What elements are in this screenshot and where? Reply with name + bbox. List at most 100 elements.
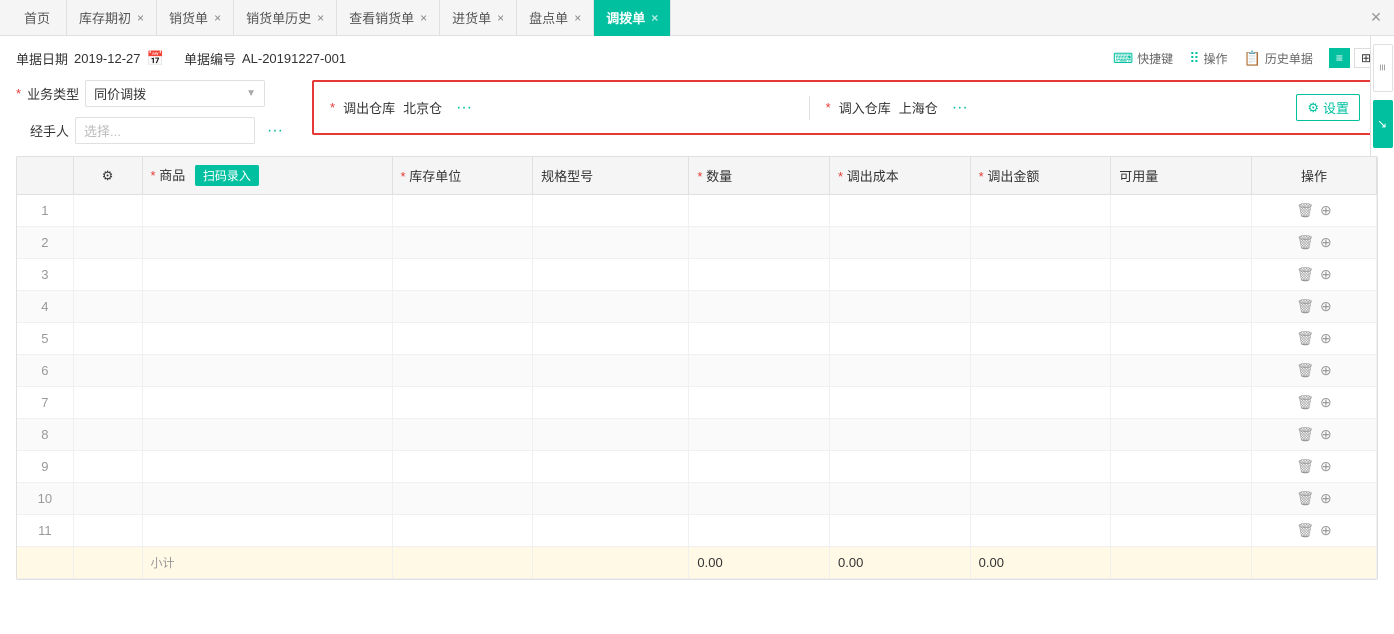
row-qty[interactable]: [689, 195, 830, 227]
tab-purchase-order[interactable]: 进货单 ×: [440, 0, 517, 36]
copy-icon[interactable]: ⊕: [1320, 362, 1332, 379]
tab-sales-history-close[interactable]: ×: [317, 11, 324, 25]
row-product[interactable]: [142, 515, 392, 547]
row-qty[interactable]: [689, 259, 830, 291]
row-unit[interactable]: [392, 515, 533, 547]
tab-inventory-init-close[interactable]: ×: [137, 11, 144, 25]
row-spec[interactable]: [533, 323, 689, 355]
row-spec[interactable]: [533, 291, 689, 323]
row-spec[interactable]: [533, 227, 689, 259]
row-product[interactable]: [142, 291, 392, 323]
out-warehouse-value[interactable]: 北京仓: [403, 98, 442, 117]
row-cost[interactable]: [830, 291, 971, 323]
row-cost[interactable]: [830, 355, 971, 387]
row-amount[interactable]: [970, 451, 1111, 483]
delete-icon[interactable]: 🗑: [1296, 298, 1314, 315]
row-amount[interactable]: [970, 355, 1111, 387]
row-cost[interactable]: [830, 259, 971, 291]
row-product[interactable]: [142, 387, 392, 419]
row-unit[interactable]: [392, 483, 533, 515]
copy-icon[interactable]: ⊕: [1320, 202, 1332, 219]
date-value[interactable]: 2019-12-27: [74, 51, 141, 66]
tab-purchase-order-close[interactable]: ×: [497, 11, 504, 25]
row-qty[interactable]: [689, 515, 830, 547]
row-product[interactable]: [142, 323, 392, 355]
row-qty[interactable]: [689, 451, 830, 483]
copy-icon[interactable]: ⊕: [1320, 394, 1332, 411]
row-unit[interactable]: [392, 323, 533, 355]
row-amount[interactable]: [970, 259, 1111, 291]
row-qty[interactable]: [689, 355, 830, 387]
row-unit[interactable]: [392, 291, 533, 323]
settings-button[interactable]: ⚙ 设置: [1296, 94, 1360, 121]
handler-more-icon[interactable]: ···: [261, 122, 289, 140]
row-cost[interactable]: [830, 515, 971, 547]
shortcuts-button[interactable]: ⌨ 快捷键: [1113, 50, 1173, 67]
row-qty[interactable]: [689, 387, 830, 419]
row-cost[interactable]: [830, 227, 971, 259]
table-settings-icon[interactable]: ⚙: [102, 168, 114, 183]
copy-icon[interactable]: ⊕: [1320, 298, 1332, 315]
delete-icon[interactable]: 🗑: [1296, 394, 1314, 411]
row-unit[interactable]: [392, 355, 533, 387]
row-product[interactable]: [142, 419, 392, 451]
tab-home[interactable]: 首页: [8, 0, 67, 36]
copy-icon[interactable]: ⊕: [1320, 490, 1332, 507]
tab-sales-order[interactable]: 销货单 ×: [157, 0, 234, 36]
copy-icon[interactable]: ⊕: [1320, 522, 1332, 539]
row-product[interactable]: [142, 227, 392, 259]
copy-icon[interactable]: ⊕: [1320, 266, 1332, 283]
delete-icon[interactable]: 🗑: [1296, 330, 1314, 347]
row-unit[interactable]: [392, 387, 533, 419]
tab-transfer[interactable]: 调拨单 ×: [594, 0, 671, 36]
row-spec[interactable]: [533, 451, 689, 483]
row-unit[interactable]: [392, 195, 533, 227]
tab-stocktake-close[interactable]: ×: [574, 11, 581, 25]
tab-view-sales[interactable]: 查看销货单 ×: [337, 0, 440, 36]
row-amount[interactable]: [970, 227, 1111, 259]
row-qty[interactable]: [689, 227, 830, 259]
delete-icon[interactable]: 🗑: [1296, 202, 1314, 219]
history-button[interactable]: 📋 历史单据: [1243, 50, 1312, 67]
row-amount[interactable]: [970, 323, 1111, 355]
row-amount[interactable]: [970, 419, 1111, 451]
col-header-settings[interactable]: ⚙: [73, 157, 142, 195]
tab-sales-order-close[interactable]: ×: [214, 11, 221, 25]
delete-icon[interactable]: 🗑: [1296, 458, 1314, 475]
sidebar-export-button[interactable]: ↗: [1373, 100, 1393, 148]
row-cost[interactable]: [830, 195, 971, 227]
row-spec[interactable]: [533, 355, 689, 387]
business-type-select[interactable]: 同价调拨 ▼: [85, 80, 265, 107]
view-list-button[interactable]: ≡: [1329, 48, 1350, 68]
in-warehouse-value[interactable]: 上海仓: [899, 98, 938, 117]
copy-icon[interactable]: ⊕: [1320, 458, 1332, 475]
calendar-icon[interactable]: 📅: [147, 50, 164, 67]
delete-icon[interactable]: 🗑: [1296, 266, 1314, 283]
handler-select[interactable]: 选择...: [75, 117, 255, 144]
delete-icon[interactable]: 🗑: [1296, 362, 1314, 379]
row-product[interactable]: [142, 483, 392, 515]
delete-icon[interactable]: 🗑: [1296, 490, 1314, 507]
row-spec[interactable]: [533, 387, 689, 419]
copy-icon[interactable]: ⊕: [1320, 234, 1332, 251]
row-spec[interactable]: [533, 483, 689, 515]
row-cost[interactable]: [830, 387, 971, 419]
row-cost[interactable]: [830, 451, 971, 483]
row-qty[interactable]: [689, 419, 830, 451]
row-unit[interactable]: [392, 259, 533, 291]
copy-icon[interactable]: ⊕: [1320, 426, 1332, 443]
row-product[interactable]: [142, 259, 392, 291]
row-cost[interactable]: [830, 483, 971, 515]
out-warehouse-more-icon[interactable]: ···: [450, 99, 478, 117]
tab-stocktake[interactable]: 盘点单 ×: [517, 0, 594, 36]
scan-entry-button[interactable]: 扫码录入: [195, 165, 259, 186]
row-unit[interactable]: [392, 419, 533, 451]
row-amount[interactable]: [970, 387, 1111, 419]
operations-button[interactable]: ⠿ 操作: [1189, 50, 1227, 67]
row-unit[interactable]: [392, 227, 533, 259]
sidebar-list-button[interactable]: ≡: [1373, 44, 1393, 92]
tab-view-sales-close[interactable]: ×: [420, 11, 427, 25]
row-amount[interactable]: [970, 483, 1111, 515]
row-product[interactable]: [142, 355, 392, 387]
row-amount[interactable]: [970, 195, 1111, 227]
